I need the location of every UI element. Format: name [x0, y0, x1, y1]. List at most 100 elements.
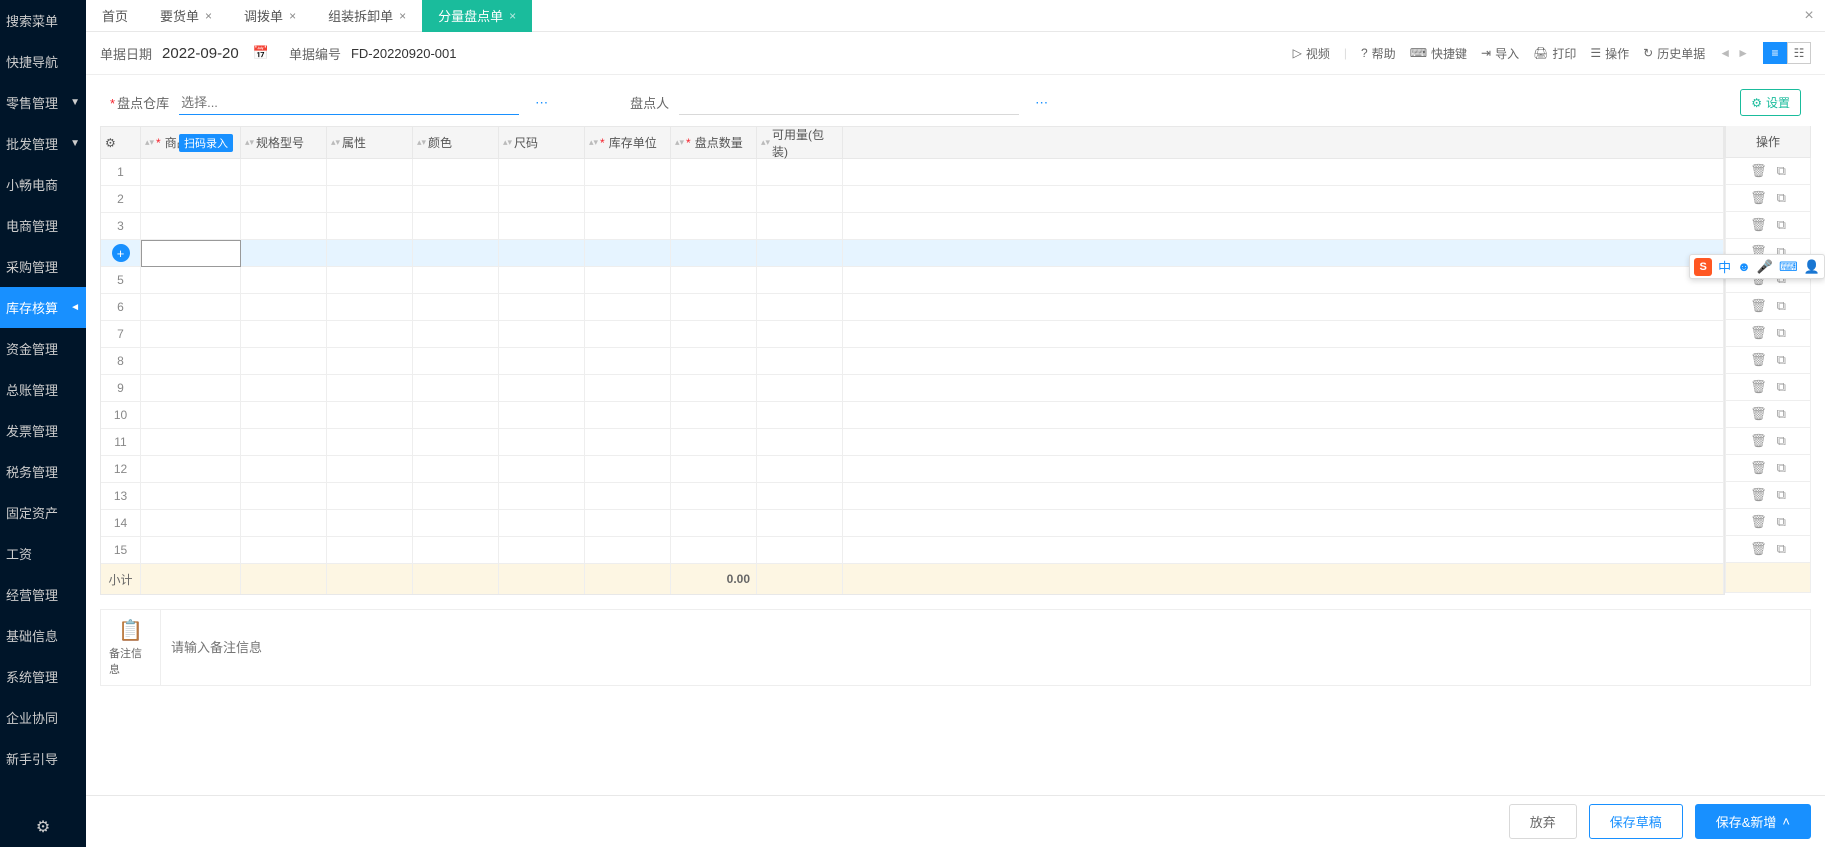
copy-icon[interactable]: ⧉	[1777, 163, 1786, 179]
copy-icon[interactable]: ⧉	[1777, 433, 1786, 449]
product-input[interactable]	[141, 240, 241, 267]
hdr-product[interactable]: ▴▾*商品 扫码录入	[141, 127, 241, 159]
table-row[interactable]: 5	[101, 267, 1724, 294]
tool-history[interactable]: ↻ 历史单据	[1643, 45, 1705, 62]
sidebar-item-6[interactable]: 采购管理	[0, 246, 86, 287]
discard-button[interactable]: 放弃	[1509, 804, 1577, 839]
tool-import[interactable]: ⇥ 导入	[1481, 45, 1519, 62]
hdr-gear[interactable]: ⚙	[101, 127, 141, 159]
delete-icon[interactable]: 🗑	[1750, 433, 1767, 449]
table-row[interactable]: 15	[101, 537, 1724, 564]
copy-icon[interactable]: ⧉	[1777, 217, 1786, 233]
date-value[interactable]: 2022-09-20	[162, 45, 239, 62]
sidebar-item-16[interactable]: 系统管理	[0, 656, 86, 697]
hdr-avail[interactable]: ▴▾可用量(包装)	[757, 127, 843, 159]
nav-prev-icon[interactable]: ◄	[1719, 46, 1731, 60]
sidebar-item-5[interactable]: 电商管理	[0, 205, 86, 246]
table-row[interactable]: 9	[101, 375, 1724, 402]
sidebar-item-18[interactable]: 新手引导	[0, 738, 86, 779]
tab-3[interactable]: 组装拆卸单×	[312, 0, 422, 32]
delete-icon[interactable]: 🗑	[1750, 217, 1767, 233]
person-input[interactable]	[679, 91, 1019, 115]
sidebar-item-0[interactable]: 搜索菜单	[0, 0, 86, 41]
warehouse-more-icon[interactable]: ⋯	[535, 95, 550, 111]
add-row-icon[interactable]: +	[112, 244, 130, 262]
copy-icon[interactable]: ⧉	[1777, 487, 1786, 503]
delete-icon[interactable]: 🗑	[1750, 298, 1767, 314]
view-grid-icon[interactable]: ☷	[1787, 42, 1811, 64]
table-row[interactable]: +	[101, 240, 1724, 267]
sidebar-item-3[interactable]: 批发管理▼	[0, 123, 86, 164]
table-row[interactable]: 3	[101, 213, 1724, 240]
copy-icon[interactable]: ⧉	[1777, 379, 1786, 395]
delete-icon[interactable]: 🗑	[1750, 487, 1767, 503]
sidebar-item-17[interactable]: 企业协同	[0, 697, 86, 738]
tool-print[interactable]: 🖨 打印	[1533, 45, 1576, 62]
ime-mic-icon[interactable]: 🎤	[1757, 259, 1773, 275]
table-row[interactable]: 14	[101, 510, 1724, 537]
delete-icon[interactable]: 🗑	[1750, 190, 1767, 206]
ime-person-icon[interactable]: 👤	[1804, 259, 1820, 275]
tab-1[interactable]: 要货单×	[144, 0, 228, 32]
table-row[interactable]: 13	[101, 483, 1724, 510]
sidebar-item-9[interactable]: 总账管理	[0, 369, 86, 410]
delete-icon[interactable]: 🗑	[1750, 460, 1767, 476]
table-row[interactable]: 2	[101, 186, 1724, 213]
copy-icon[interactable]: ⧉	[1777, 325, 1786, 341]
warehouse-input[interactable]	[179, 91, 519, 115]
tab-0[interactable]: 首页	[86, 0, 144, 32]
copy-icon[interactable]: ⧉	[1777, 514, 1786, 530]
settings-button[interactable]: ⚙ 设置	[1740, 89, 1801, 116]
ime-widget[interactable]: S 中 ☻ 🎤 ⌨ 👤	[1689, 254, 1825, 279]
hdr-qty[interactable]: ▴▾*盘点数量	[671, 127, 757, 159]
table-row[interactable]: 7	[101, 321, 1724, 348]
tool-shortcut[interactable]: ⌨ 快捷键	[1410, 45, 1467, 62]
table-row[interactable]: 11	[101, 429, 1724, 456]
sidebar-item-14[interactable]: 经营管理	[0, 574, 86, 615]
delete-icon[interactable]: 🗑	[1750, 541, 1767, 557]
copy-icon[interactable]: ⧉	[1777, 190, 1786, 206]
delete-icon[interactable]: 🗑	[1750, 514, 1767, 530]
table-row[interactable]: 10	[101, 402, 1724, 429]
copy-icon[interactable]: ⧉	[1777, 352, 1786, 368]
view-list-icon[interactable]: ≡	[1763, 42, 1787, 64]
sidebar-item-11[interactable]: 税务管理	[0, 451, 86, 492]
tab-4[interactable]: 分量盘点单×	[422, 0, 532, 32]
hdr-attr[interactable]: ▴▾属性	[327, 127, 413, 159]
tab-2[interactable]: 调拨单×	[228, 0, 312, 32]
copy-icon[interactable]: ⧉	[1777, 298, 1786, 314]
sidebar-item-1[interactable]: 快捷导航	[0, 41, 86, 82]
nav-next-icon[interactable]: ►	[1737, 46, 1749, 60]
delete-icon[interactable]: 🗑	[1750, 406, 1767, 422]
close-icon[interactable]: ×	[399, 9, 406, 23]
ime-lang[interactable]: 中	[1718, 257, 1731, 276]
sidebar-item-10[interactable]: 发票管理	[0, 410, 86, 451]
save-draft-button[interactable]: 保存草稿	[1589, 804, 1683, 839]
close-icon[interactable]: ×	[289, 9, 296, 23]
table-row[interactable]: 1	[101, 159, 1724, 186]
table-row[interactable]: 8	[101, 348, 1724, 375]
copy-icon[interactable]: ⧉	[1777, 460, 1786, 476]
close-icon[interactable]: ×	[205, 9, 212, 23]
tool-operate[interactable]: ☰ 操作	[1590, 45, 1629, 62]
delete-icon[interactable]: 🗑	[1750, 352, 1767, 368]
ime-emoji-icon[interactable]: ☻	[1737, 259, 1751, 274]
sidebar-item-7[interactable]: 库存核算◄	[0, 287, 86, 328]
copy-icon[interactable]: ⧉	[1777, 406, 1786, 422]
scan-badge[interactable]: 扫码录入	[179, 134, 233, 152]
hdr-color[interactable]: ▴▾颜色	[413, 127, 499, 159]
sidebar-item-2[interactable]: 零售管理▼	[0, 82, 86, 123]
tool-video[interactable]: ▷ 视频	[1293, 45, 1330, 62]
gear-icon[interactable]: ⚙	[36, 819, 50, 836]
copy-icon[interactable]: ⧉	[1777, 541, 1786, 557]
sidebar-item-15[interactable]: 基础信息	[0, 615, 86, 656]
remarks-input[interactable]	[161, 610, 1810, 685]
delete-icon[interactable]: 🗑	[1750, 163, 1767, 179]
hdr-spec[interactable]: ▴▾规格型号	[241, 127, 327, 159]
sidebar-item-13[interactable]: 工资	[0, 533, 86, 574]
ime-keyboard-icon[interactable]: ⌨	[1779, 259, 1798, 275]
sidebar-item-4[interactable]: 小畅电商	[0, 164, 86, 205]
delete-icon[interactable]: 🗑	[1750, 325, 1767, 341]
hdr-unit[interactable]: ▴▾*库存单位	[585, 127, 671, 159]
sidebar-item-8[interactable]: 资金管理	[0, 328, 86, 369]
